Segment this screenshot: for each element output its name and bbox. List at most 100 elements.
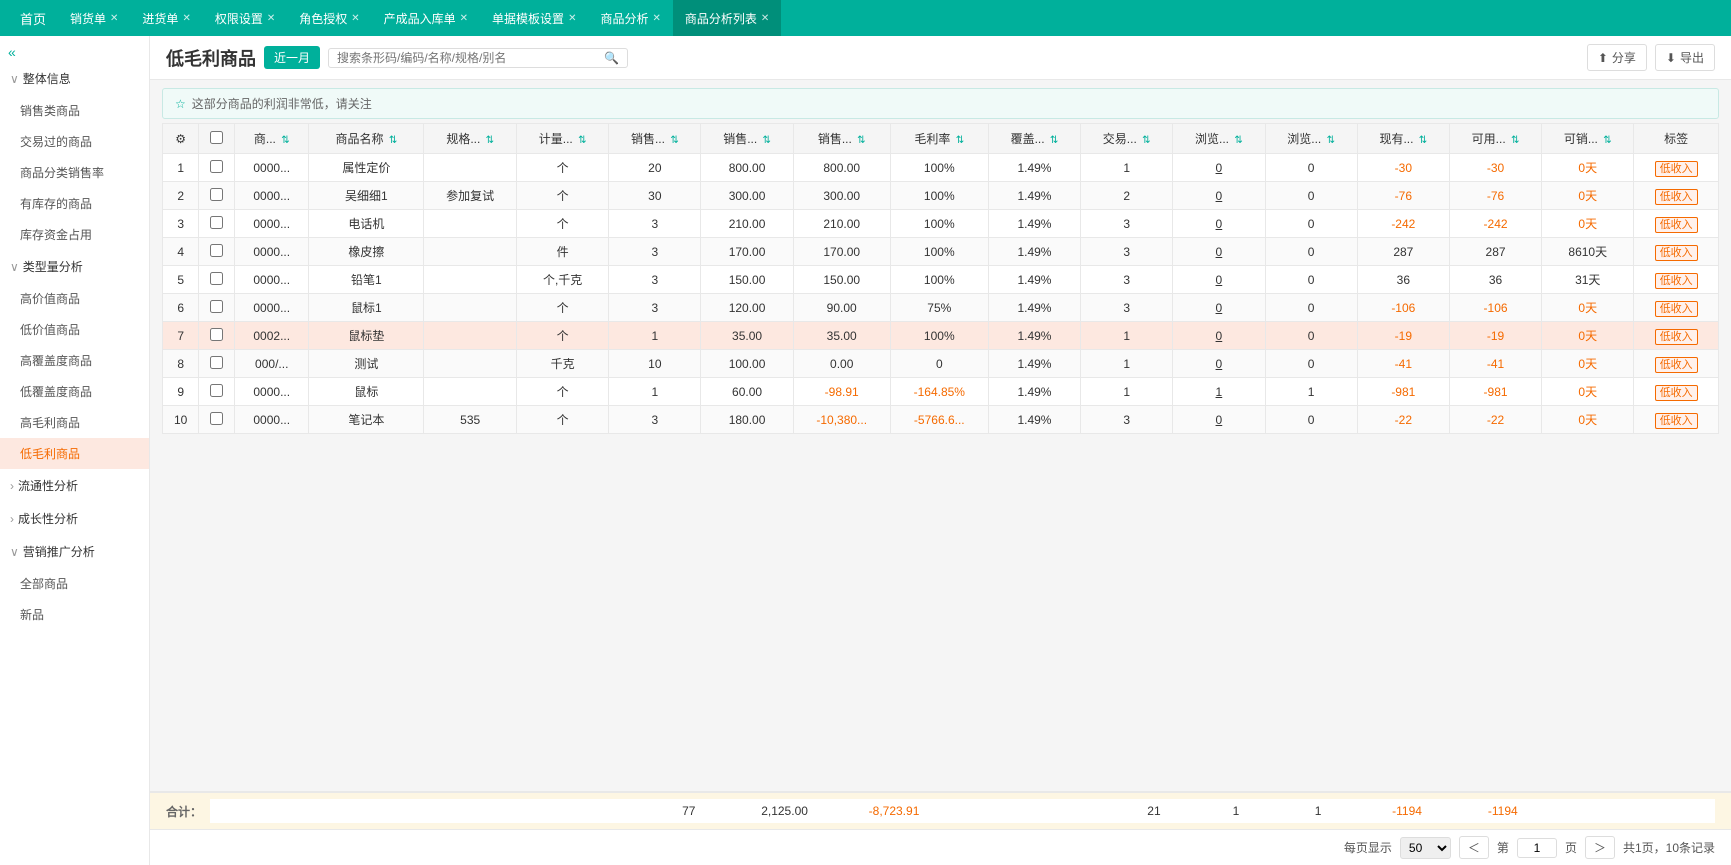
row-views1[interactable]: 0 — [1173, 154, 1265, 182]
next-page-button[interactable]: ＞ — [1585, 836, 1615, 859]
row-views1[interactable]: 0 — [1173, 238, 1265, 266]
nav-analysis[interactable]: 商品分析 ✕ — [588, 0, 672, 36]
sidebar-item-low-profit[interactable]: 低毛利商品 — [0, 438, 149, 469]
sidebar-item-high-coverage[interactable]: 高覆盖度商品 — [0, 345, 149, 376]
row-sales-profit: 150.00 — [793, 266, 890, 294]
row-name: 电话机 — [309, 210, 424, 238]
search-icon[interactable]: 🔍 — [604, 51, 619, 65]
nav-role[interactable]: 角色授权 ✕ — [287, 0, 371, 36]
sidebar-item-all-goods[interactable]: 全部商品 — [0, 568, 149, 599]
row-views1[interactable]: 0 — [1173, 182, 1265, 210]
row-coverage: 1.49% — [988, 322, 1080, 350]
sidebar-item-high-profit[interactable]: 高毛利商品 — [0, 407, 149, 438]
col-trade-count[interactable]: 交易... ⇅ — [1081, 124, 1173, 154]
col-unit[interactable]: 计量... ⇅ — [517, 124, 609, 154]
close-analysis-list-tab[interactable]: ✕ — [761, 13, 769, 24]
row-views1[interactable]: 0 — [1173, 210, 1265, 238]
col-spec[interactable]: 规格... ⇅ — [424, 124, 517, 154]
row-checkbox[interactable] — [210, 244, 223, 257]
row-views1[interactable]: 0 — [1173, 294, 1265, 322]
nav-permission[interactable]: 权限设置 ✕ — [203, 0, 287, 36]
sidebar-item-category-rate[interactable]: 商品分类销售率 — [0, 157, 149, 188]
prev-page-button[interactable]: ＜ — [1459, 836, 1489, 859]
sidebar-item-low-coverage[interactable]: 低覆盖度商品 — [0, 376, 149, 407]
sidebar-item-stock-funds[interactable]: 库存资金占用 — [0, 219, 149, 250]
sidebar-group-marketing[interactable]: ∨ 营销推广分析 — [0, 535, 149, 568]
sidebar: « ∨ 整体信息 销售类商品 交易过的商品 商品分类销售率 有库存的商品 库存资… — [0, 36, 150, 865]
page-number-input[interactable] — [1517, 838, 1557, 858]
row-available-stock: -242 — [1449, 210, 1541, 238]
col-checkbox[interactable] — [199, 124, 235, 154]
filter-button[interactable]: 近一月 — [264, 46, 320, 69]
row-checkbox[interactable] — [210, 356, 223, 369]
row-checkbox[interactable] — [210, 272, 223, 285]
row-views1[interactable]: 0 — [1173, 406, 1265, 434]
sidebar-group-overall[interactable]: ∨ 整体信息 — [0, 62, 149, 95]
sidebar-group-type-analysis[interactable]: ∨ 类型量分析 — [0, 250, 149, 283]
nav-home[interactable]: 首页 — [8, 0, 58, 36]
row-checkbox[interactable] — [210, 300, 223, 313]
row-checkbox[interactable] — [210, 216, 223, 229]
close-template-tab[interactable]: ✕ — [568, 13, 576, 24]
col-name[interactable]: 商品名称 ⇅ — [309, 124, 424, 154]
row-views1[interactable]: 0 — [1173, 350, 1265, 378]
row-sales-qty: 1 — [609, 322, 701, 350]
sidebar-item-traded-goods[interactable]: 交易过的商品 — [0, 126, 149, 157]
nav-purchase[interactable]: 进货单 ✕ — [130, 0, 202, 36]
sidebar-item-stocked-goods[interactable]: 有库存的商品 — [0, 188, 149, 219]
sidebar-item-high-value[interactable]: 高价值商品 — [0, 283, 149, 314]
row-sales-profit: 300.00 — [793, 182, 890, 210]
sidebar-group-growth[interactable]: › 成长性分析 — [0, 502, 149, 535]
sidebar-item-low-value[interactable]: 低价值商品 — [0, 314, 149, 345]
col-views1[interactable]: 浏览... ⇅ — [1173, 124, 1265, 154]
row-checkbox[interactable] — [210, 412, 223, 425]
nav-analysis-list[interactable]: 商品分析列表 ✕ — [673, 0, 781, 36]
col-available-stock[interactable]: 可用... ⇅ — [1449, 124, 1541, 154]
col-sales-amount[interactable]: 销售... ⇅ — [701, 124, 793, 154]
row-checkbox[interactable] — [210, 160, 223, 173]
row-views1[interactable]: 0 — [1173, 266, 1265, 294]
row-code: 0000... — [235, 238, 309, 266]
col-sales-profit[interactable]: 销售... ⇅ — [793, 124, 890, 154]
page-size-select[interactable]: 50 100 200 — [1400, 837, 1451, 859]
col-code[interactable]: 商... ⇅ — [235, 124, 309, 154]
row-checkbox[interactable] — [210, 384, 223, 397]
sidebar-group-type-arrow: ∨ — [10, 260, 19, 274]
close-analysis-tab[interactable]: ✕ — [652, 13, 660, 24]
col-views2[interactable]: 浏览... ⇅ — [1265, 124, 1357, 154]
table-row: 8 000/... 测试 千克 10 100.00 0.00 0 1.49% 1… — [163, 350, 1719, 378]
col-gross-margin[interactable]: 毛利率 ⇅ — [890, 124, 988, 154]
row-checkbox[interactable] — [210, 188, 223, 201]
col-coverage[interactable]: 覆盖... ⇅ — [988, 124, 1080, 154]
col-sales-qty[interactable]: 销售... ⇅ — [609, 124, 701, 154]
row-views1[interactable]: 0 — [1173, 322, 1265, 350]
share-button[interactable]: ⬆ 分享 — [1587, 44, 1647, 71]
sidebar-item-new-goods[interactable]: 新品 — [0, 599, 149, 630]
close-permission-tab[interactable]: ✕ — [267, 13, 275, 24]
select-all-checkbox[interactable] — [210, 131, 223, 144]
close-inventory-tab[interactable]: ✕ — [460, 13, 468, 24]
export-button[interactable]: ⬇ 导出 — [1655, 44, 1715, 71]
sidebar-item-sales-goods[interactable]: 销售类商品 — [0, 95, 149, 126]
row-trade-count: 1 — [1081, 350, 1173, 378]
row-checkbox[interactable] — [210, 328, 223, 341]
col-tag[interactable]: 标签 — [1634, 124, 1719, 154]
nav-template[interactable]: 单据模板设置 ✕ — [480, 0, 588, 36]
page-title: 低毛利商品 — [166, 45, 256, 71]
sidebar-collapse-button[interactable]: « — [6, 42, 18, 62]
row-trade-count: 3 — [1081, 266, 1173, 294]
close-sales-tab[interactable]: ✕ — [110, 13, 118, 24]
close-purchase-tab[interactable]: ✕ — [182, 13, 190, 24]
col-sellable-days[interactable]: 可销... ⇅ — [1542, 124, 1634, 154]
nav-inventory[interactable]: 产成品入库单 ✕ — [372, 0, 480, 36]
row-views1[interactable]: 1 — [1173, 378, 1265, 406]
sidebar-group-circulation[interactable]: › 流通性分析 — [0, 469, 149, 502]
search-input[interactable] — [337, 51, 604, 65]
close-role-tab[interactable]: ✕ — [351, 13, 359, 24]
total-sales-profit: -8,723.91 — [839, 799, 948, 823]
col-current-stock[interactable]: 现有... ⇅ — [1357, 124, 1449, 154]
nav-sales[interactable]: 销货单 ✕ — [58, 0, 130, 36]
total-views1: 1 — [1195, 799, 1277, 823]
row-current-stock: -76 — [1357, 182, 1449, 210]
col-settings[interactable]: ⚙ — [163, 124, 199, 154]
